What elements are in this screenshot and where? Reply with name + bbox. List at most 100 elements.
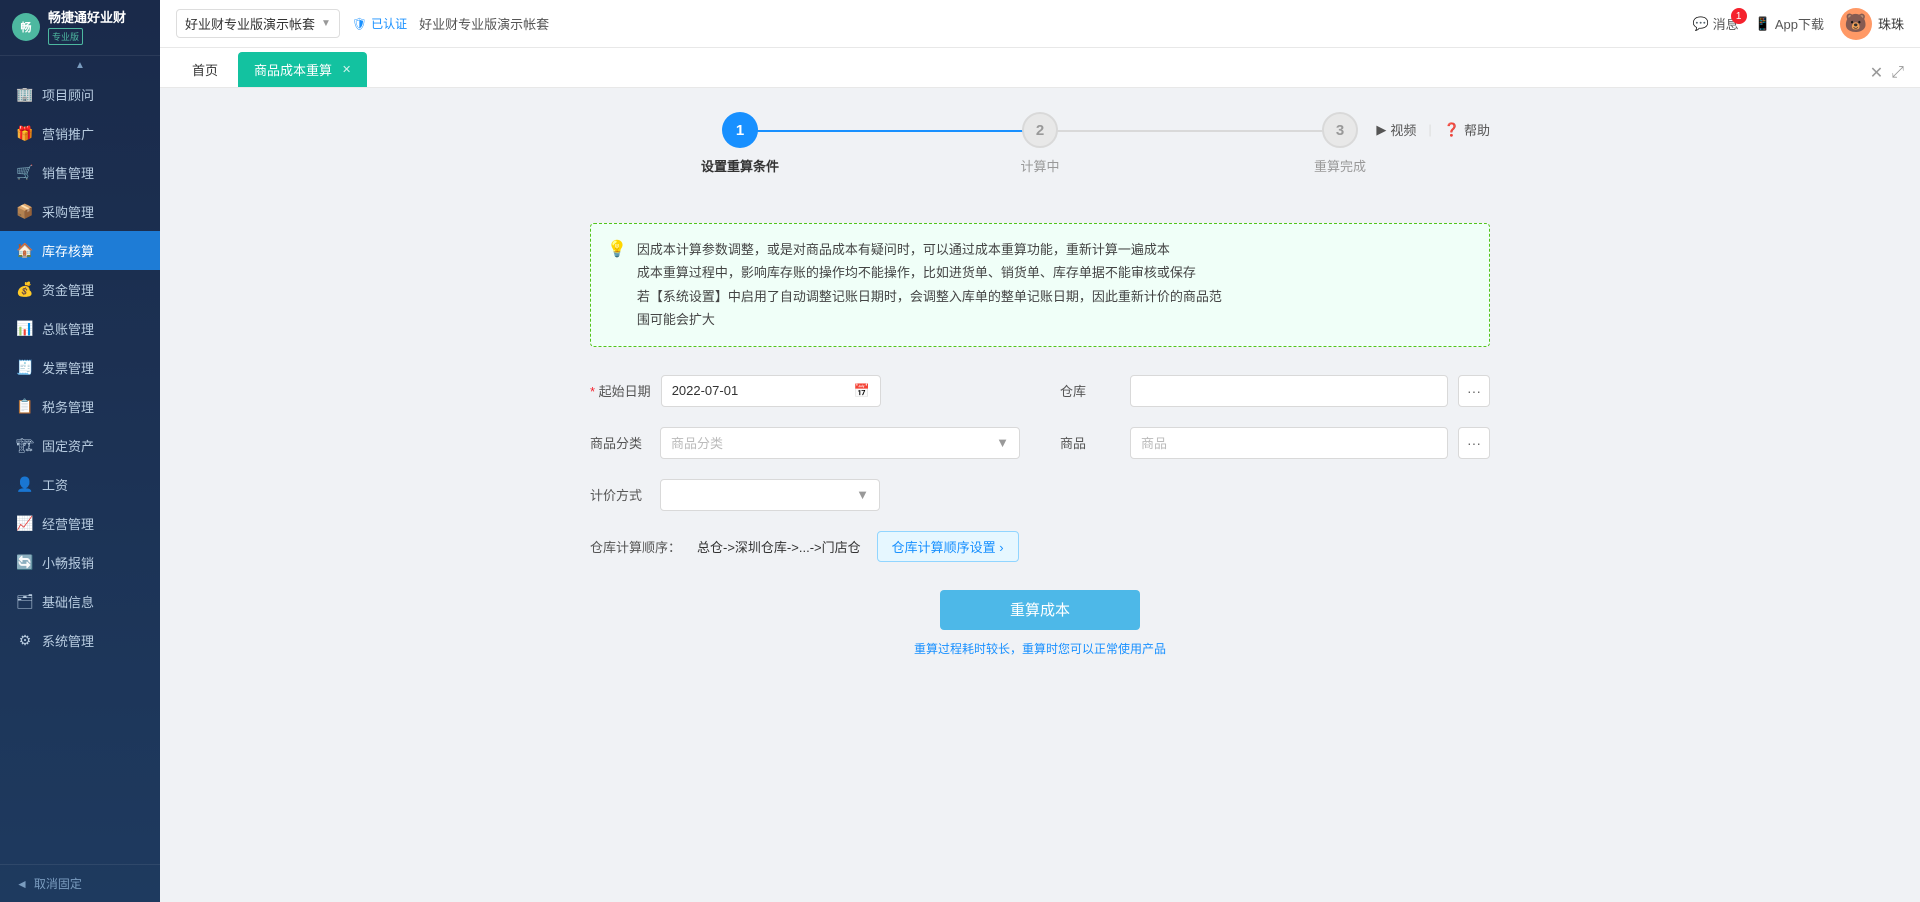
sidebar-label-marketing: 营销推广	[42, 124, 94, 143]
account-selector[interactable]: 好业财专业版演示帐套 ▼	[176, 9, 340, 38]
category-placeholder: 商品分类	[671, 433, 723, 452]
warehouse-input[interactable]	[1130, 375, 1448, 407]
start-date-input[interactable]: 2022-07-01 📅	[661, 375, 881, 407]
nav-icon-finance: 💰	[16, 281, 34, 298]
user-info[interactable]: 🐻 珠珠	[1840, 8, 1904, 40]
product-input[interactable]: 商品	[1130, 427, 1448, 459]
scroll-up-arrow[interactable]: ▲	[0, 56, 160, 75]
main-area: 好业财专业版演示帐套 ▼ 🛡 已认证 好业财专业版演示帐套 💬 消息 1 📱 A…	[160, 0, 1920, 902]
account-name: 好业财专业版演示帐套	[185, 14, 315, 33]
expand-window-icon[interactable]: ⤢	[1891, 64, 1904, 82]
video-button[interactable]: ▶ 视频	[1376, 120, 1416, 139]
warehouse-dots-button[interactable]: ···	[1458, 375, 1490, 407]
sidebar-item-expense[interactable]: 🔄 小畅报销	[0, 543, 160, 582]
sidebar-item-payroll[interactable]: 👤 工资	[0, 465, 160, 504]
sidebar-label-invoice: 发票管理	[42, 358, 94, 377]
warehouse-field: 仓库 ···	[1060, 375, 1490, 407]
sidebar-item-tax[interactable]: 📋 税务管理	[0, 387, 160, 426]
warehouse-label: 仓库	[1060, 381, 1120, 400]
nav-icon-basic: 🗂	[16, 593, 34, 610]
step-2-line	[1040, 130, 1340, 132]
tab-bar: 首页 商品成本重算 ✕ ✕ ⤢	[160, 48, 1920, 88]
window-controls: ✕ ⤢	[1854, 63, 1920, 87]
sidebar-item-basic[interactable]: 🗂 基础信息	[0, 582, 160, 621]
nav-icon-expense: 🔄	[16, 554, 34, 571]
tab-home[interactable]: 首页	[176, 52, 234, 87]
sidebar-label-expense: 小畅报销	[42, 553, 94, 572]
step-2-label: 计算中	[1020, 156, 1059, 175]
sidebar-item-project[interactable]: 🏢 项目顾问	[0, 75, 160, 114]
product-placeholder: 商品	[1141, 433, 1167, 452]
sidebar-label-accounting: 总账管理	[42, 319, 94, 338]
user-name: 珠珠	[1878, 14, 1904, 33]
sidebar-item-operations[interactable]: 📈 经营管理	[0, 504, 160, 543]
message-button[interactable]: 💬 消息 1	[1692, 14, 1738, 33]
header-right: 💬 消息 1 📱 App下载 🐻 珠珠	[1692, 8, 1904, 40]
category-label: 商品分类	[590, 433, 650, 452]
sidebar-item-purchase[interactable]: 📦 采购管理	[0, 192, 160, 231]
tab-home-label: 首页	[192, 60, 218, 79]
pricing-label: 计价方式	[590, 485, 650, 504]
verified-label: 已认证	[371, 15, 407, 32]
phone-icon: 📱	[1755, 16, 1771, 32]
sidebar-item-sales[interactable]: 🛒 销售管理	[0, 153, 160, 192]
start-date-value: 2022-07-01	[672, 383, 739, 398]
shield-icon: 🛡	[352, 17, 367, 31]
warehouse-order-settings-button[interactable]: 仓库计算顺序设置 ›	[877, 531, 1019, 562]
sidebar-label-finance: 资金管理	[42, 280, 94, 299]
steps-container: 1 设置重算条件 2 计算中 3	[590, 112, 1490, 175]
sidebar-item-accounting[interactable]: 📊 总账管理	[0, 309, 160, 348]
help-label: 帮助	[1464, 120, 1490, 139]
sidebar-item-marketing[interactable]: 🎁 营销推广	[0, 114, 160, 153]
divider: |	[1428, 122, 1431, 137]
chevron-down-icon: ▼	[321, 18, 331, 29]
help-button[interactable]: ❓ 帮助	[1444, 120, 1490, 139]
info-text: 因成本计算参数调整，或是对商品成本有疑问时，可以通过成本重算功能，重新计算一遍成…	[637, 238, 1222, 332]
step-1-line	[740, 130, 1040, 132]
close-window-icon[interactable]: ✕	[1870, 63, 1883, 83]
tab-recalc[interactable]: 商品成本重算 ✕	[238, 52, 367, 87]
product-dots-button[interactable]: ···	[1458, 427, 1490, 459]
account-full-name: 好业财专业版演示帐套	[419, 14, 549, 33]
pricing-select[interactable]: ▼	[660, 479, 880, 511]
app-logo: 畅	[12, 13, 40, 41]
warehouse-order-value: 总仓->深圳仓库->...->门店仓	[697, 537, 861, 556]
message-icon: 💬	[1692, 16, 1708, 32]
sidebar-item-assets[interactable]: 🏗 固定资产	[0, 426, 160, 465]
sidebar-item-system[interactable]: ⚙ 系统管理	[0, 621, 160, 660]
nav-icon-assets: 🏗	[16, 437, 34, 454]
sidebar-item-invoice[interactable]: 🧾 发票管理	[0, 348, 160, 387]
warehouse-settings-label: 仓库计算顺序设置 ›	[892, 537, 1004, 556]
recalc-label: 重算成本	[1010, 599, 1070, 620]
recalc-button[interactable]: 重算成本	[940, 590, 1140, 630]
recalc-section: 重算成本 重算过程耗时较长，重算时您可以正常使用产品	[590, 590, 1490, 657]
nav-icon-sales: 🛒	[16, 164, 34, 181]
sidebar-label-project: 项目顾问	[42, 85, 94, 104]
sidebar-label-purchase: 采购管理	[42, 202, 94, 221]
sidebar-nav: 🏢 项目顾问 🎁 营销推广 🛒 销售管理 📦 采购管理 🏠 库存核算 💰 资金管…	[0, 75, 160, 864]
step-2-circle: 2	[1022, 112, 1058, 148]
play-icon: ▶	[1376, 122, 1386, 138]
sidebar-item-inventory[interactable]: 🏠 库存核算	[0, 231, 160, 270]
tab-close-icon[interactable]: ✕	[342, 63, 351, 76]
warning-icon: 💡	[607, 239, 627, 332]
sidebar-item-finance[interactable]: 💰 资金管理	[0, 270, 160, 309]
nav-icon-project: 🏢	[16, 86, 34, 103]
step-1-label: 设置重算条件	[701, 156, 779, 175]
category-select[interactable]: 商品分类 ▼	[660, 427, 1020, 459]
product-label: 商品	[1060, 433, 1120, 452]
unpin-icon: ◄	[16, 877, 28, 891]
sidebar-label-payroll: 工资	[42, 475, 68, 494]
pricing-field: 计价方式 ▼	[590, 479, 1020, 511]
unpin-button[interactable]: ◄ 取消固定	[0, 864, 160, 902]
app-download-button[interactable]: 📱 App下载	[1755, 14, 1824, 33]
recalc-hint: 重算过程耗时较长，重算时您可以正常使用产品	[914, 640, 1166, 657]
sidebar-label-sales: 销售管理	[42, 163, 94, 182]
nav-icon-invoice: 🧾	[16, 359, 34, 376]
app-edition: 专业版	[48, 28, 83, 45]
chevron-down-pricing-icon: ▼	[856, 487, 869, 502]
help-icon: ❓	[1444, 122, 1460, 138]
sidebar-label-inventory: 库存核算	[42, 241, 94, 260]
sidebar-label-basic: 基础信息	[42, 592, 94, 611]
sidebar-label-operations: 经营管理	[42, 514, 94, 533]
